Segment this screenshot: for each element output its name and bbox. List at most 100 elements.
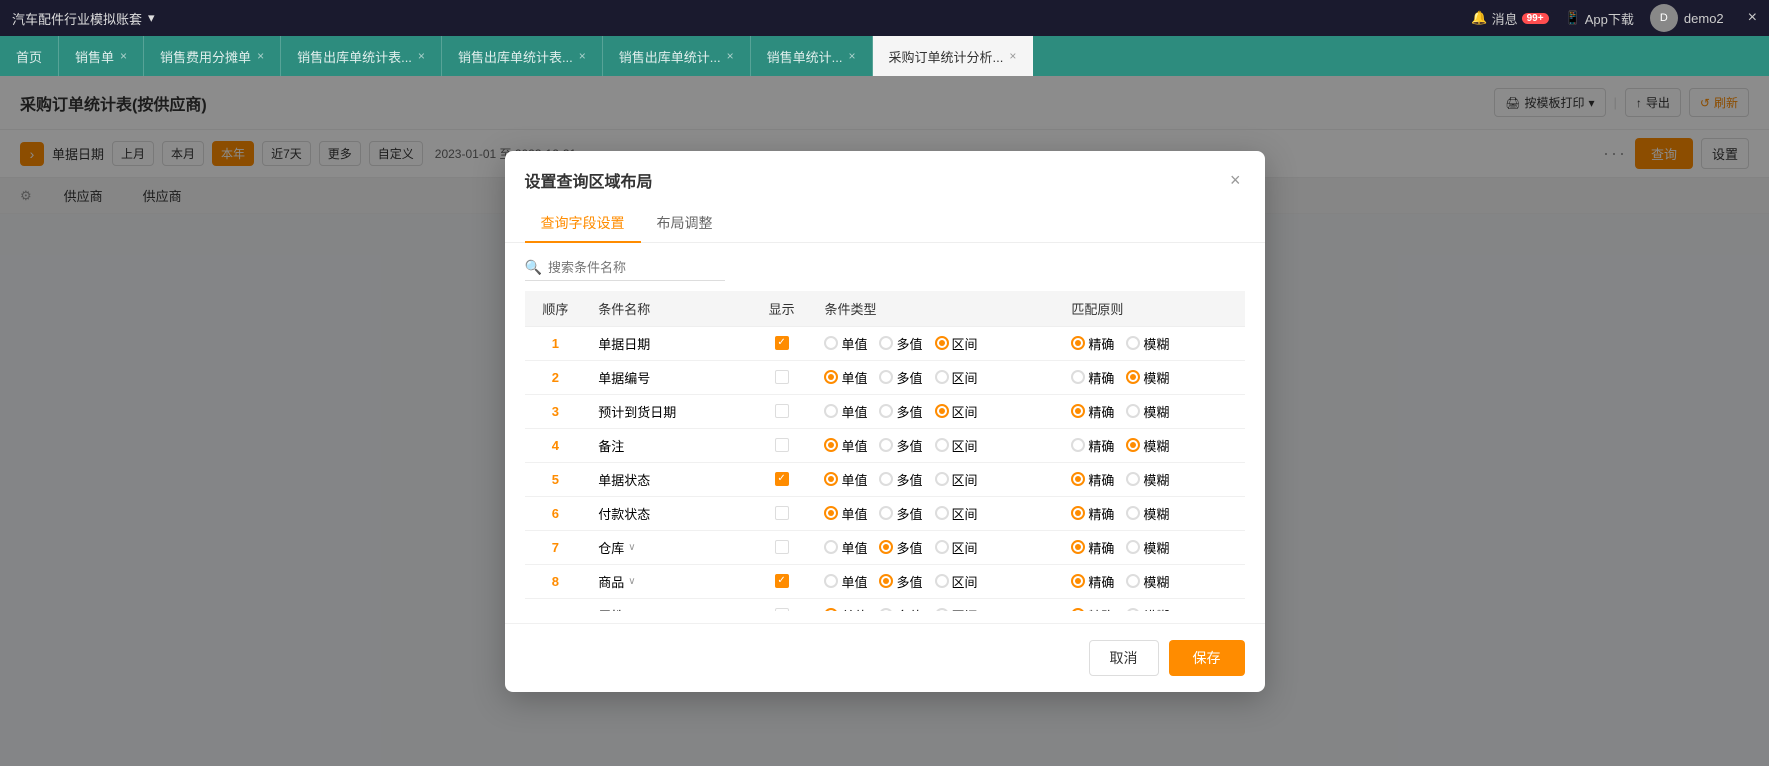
tab-layout-adjust[interactable]: 布局调整 (641, 205, 729, 243)
type-radio-多值[interactable]: 多值 (879, 334, 922, 353)
match-radio-模糊[interactable]: 模糊 (1126, 368, 1169, 387)
app-download-btn[interactable]: 📱 App下载 (1565, 9, 1634, 28)
search-row: 🔍 (525, 255, 1245, 281)
type-radio-区间[interactable]: 区间 (935, 368, 978, 387)
type-radio-区间[interactable]: 区间 (935, 402, 978, 421)
display-checkbox[interactable] (775, 540, 789, 554)
type-radio-多值[interactable]: 多值 (879, 402, 922, 421)
match-radio-精确[interactable]: 精确 (1071, 470, 1114, 489)
match-radio-精确[interactable]: 精确 (1071, 436, 1114, 455)
match-radio-精确[interactable]: 精确 (1071, 504, 1114, 523)
type-radio-区间[interactable]: 区间 (935, 504, 978, 523)
type-radio-区间[interactable]: 区间 (935, 470, 978, 489)
type-radio-区间[interactable]: 区间 (935, 334, 978, 353)
tab-close-icon[interactable]: × (1009, 49, 1016, 63)
match-radio-模糊[interactable]: 模糊 (1126, 572, 1169, 591)
type-radio-多值[interactable]: 多值 (879, 572, 922, 591)
display-checkbox[interactable] (775, 574, 789, 588)
tab-sales-stat[interactable]: 销售单统计... × (751, 36, 873, 76)
type-radio-多值[interactable]: 多值 (879, 436, 922, 455)
type-radio-单值[interactable]: 单值 (824, 606, 867, 611)
row-type: 单值多值区间 (812, 530, 1059, 564)
type-radio-单值[interactable]: 单值 (824, 436, 867, 455)
match-radio-精确[interactable]: 精确 (1071, 606, 1114, 611)
tab-sales-order[interactable]: 销售单 × (59, 36, 144, 76)
row-display[interactable] (751, 394, 813, 428)
row-display[interactable] (751, 326, 813, 360)
display-checkbox[interactable] (775, 608, 789, 611)
tab-home[interactable]: 首页 (0, 36, 59, 76)
match-radio-模糊[interactable]: 模糊 (1126, 606, 1169, 611)
chevron-down-icon[interactable]: ∨ (628, 576, 635, 587)
radio-circle (1126, 472, 1140, 486)
user-info[interactable]: D demo2 (1650, 4, 1724, 32)
type-radio-单值[interactable]: 单值 (824, 470, 867, 489)
row-display[interactable] (751, 496, 813, 530)
tab-close-icon[interactable]: × (120, 49, 127, 63)
dialog-close-button[interactable]: × (1226, 167, 1245, 193)
match-radio-模糊[interactable]: 模糊 (1126, 504, 1169, 523)
display-checkbox[interactable] (775, 472, 789, 486)
row-display[interactable] (751, 360, 813, 394)
match-radio-精确[interactable]: 精确 (1071, 538, 1114, 557)
tab-close-icon[interactable]: × (579, 49, 586, 63)
type-radio-区间[interactable]: 区间 (935, 572, 978, 591)
row-display[interactable] (751, 598, 813, 611)
notification-btn[interactable]: 🔔 消息 99+ (1471, 9, 1548, 28)
tab-sales-out1[interactable]: 销售出库单统计表... × (281, 36, 442, 76)
row-display[interactable] (751, 462, 813, 496)
tab-purchase-order[interactable]: 采购订单统计分析... × (873, 36, 1034, 76)
match-radio-模糊[interactable]: 模糊 (1126, 436, 1169, 455)
row-type: 单值多值区间 (812, 326, 1059, 360)
tab-sales-out3[interactable]: 销售出库单统计... × (603, 36, 751, 76)
display-checkbox[interactable] (775, 438, 789, 452)
tab-close-icon[interactable]: × (418, 49, 425, 63)
tab-query-fields[interactable]: 查询字段设置 (525, 205, 641, 243)
match-radio-模糊[interactable]: 模糊 (1126, 402, 1169, 421)
match-radio-模糊[interactable]: 模糊 (1126, 470, 1169, 489)
type-radio-多值[interactable]: 多值 (879, 606, 922, 611)
cancel-button[interactable]: 取消 (1089, 640, 1159, 676)
row-display[interactable] (751, 428, 813, 462)
type-radio-多值[interactable]: 多值 (879, 504, 922, 523)
tab-sales-out2[interactable]: 销售出库单统计表... × (442, 36, 603, 76)
search-input[interactable] (548, 260, 708, 275)
display-checkbox[interactable] (775, 506, 789, 520)
match-radio-模糊[interactable]: 模糊 (1126, 334, 1169, 353)
save-button[interactable]: 保存 (1169, 640, 1245, 676)
tab-close-icon[interactable]: × (727, 49, 734, 63)
radio-circle (824, 370, 838, 384)
display-checkbox[interactable] (775, 336, 789, 350)
match-radio-模糊[interactable]: 模糊 (1126, 538, 1169, 557)
chevron-down-icon[interactable]: ∨ (628, 610, 635, 611)
radio-circle (824, 574, 838, 588)
radio-circle (935, 608, 949, 611)
type-radio-单值[interactable]: 单值 (824, 504, 867, 523)
chevron-down-icon[interactable]: ∨ (628, 542, 635, 553)
dropdown-arrow-icon[interactable]: ▾ (148, 10, 155, 26)
row-display[interactable] (751, 530, 813, 564)
row-display[interactable] (751, 564, 813, 598)
type-radio-多值[interactable]: 多值 (879, 368, 922, 387)
top-close-icon[interactable]: × (1748, 9, 1757, 27)
match-radio-精确[interactable]: 精确 (1071, 572, 1114, 591)
tab-sales-expense[interactable]: 销售费用分摊单 × (144, 36, 281, 76)
match-radio-精确[interactable]: 精确 (1071, 368, 1114, 387)
display-checkbox[interactable] (775, 370, 789, 384)
type-radio-单值[interactable]: 单值 (824, 368, 867, 387)
match-radio-精确[interactable]: 精确 (1071, 402, 1114, 421)
type-radio-单值[interactable]: 单值 (824, 572, 867, 591)
type-radio-区间[interactable]: 区间 (935, 606, 978, 611)
type-radio-区间[interactable]: 区间 (935, 538, 978, 557)
type-radio-区间[interactable]: 区间 (935, 436, 978, 455)
avatar: D (1650, 4, 1678, 32)
type-radio-单值[interactable]: 单值 (824, 402, 867, 421)
type-radio-单值[interactable]: 单值 (824, 538, 867, 557)
display-checkbox[interactable] (775, 404, 789, 418)
type-radio-单值[interactable]: 单值 (824, 334, 867, 353)
match-radio-精确[interactable]: 精确 (1071, 334, 1114, 353)
type-radio-多值[interactable]: 多值 (879, 538, 922, 557)
tab-close-icon[interactable]: × (257, 49, 264, 63)
type-radio-多值[interactable]: 多值 (879, 470, 922, 489)
tab-close-icon[interactable]: × (849, 49, 856, 63)
